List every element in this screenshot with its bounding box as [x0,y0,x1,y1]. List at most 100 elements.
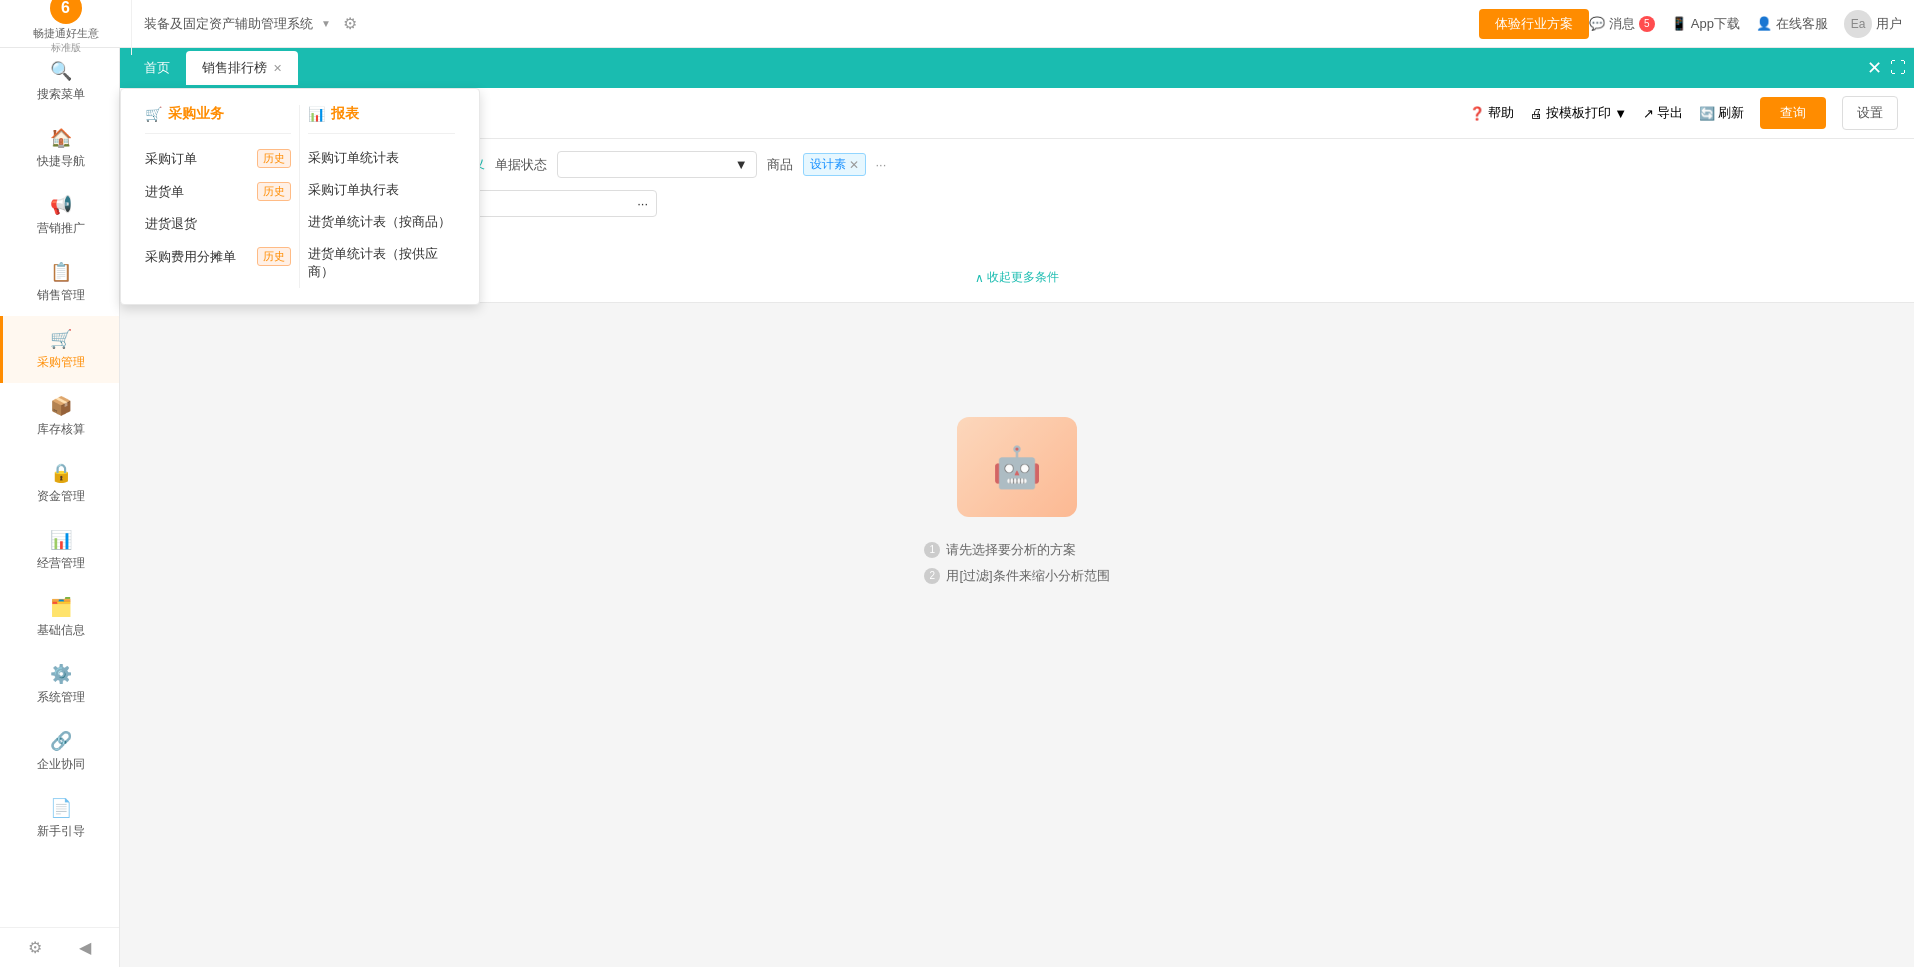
report-order-stat-label: 采购订单统计表 [308,149,399,167]
sidebar-item-basic[interactable]: 🗂️ 基础信息 [0,584,119,651]
online-service-btn[interactable]: 👤 在线客服 [1756,15,1828,33]
sidebar-item-inventory[interactable]: 📦 库存核算 [0,383,119,450]
print-label: 按模板打印 [1546,104,1611,122]
tab-close-icon[interactable]: ✕ [273,62,282,75]
report-section-label: 报表 [331,105,359,123]
system-gear-icon[interactable]: ⚙ [343,14,357,33]
empty-illustration: 🤖 [957,417,1077,517]
service-icon: 👤 [1756,16,1772,31]
sidebar-label-newbie: 新手引导 [37,823,85,840]
sidebar-label-operation: 经营管理 [37,555,85,572]
doc-status-arrow: ▼ [735,157,748,172]
dropdown-item-purchase-return[interactable]: 进货退货 [145,208,291,240]
print-btn[interactable]: 🖨 按模板打印 ▼ [1530,104,1627,122]
purchase-expense-history[interactable]: 历史 [257,247,291,266]
sidebar-item-sales[interactable]: 📋 销售管理 [0,249,119,316]
dropdown-item-report-receipt-by-supplier[interactable]: 进货单统计表（按供应商） [308,238,455,288]
empty-tip-2: 2 用[过滤]条件来缩小分析范围 [924,563,1109,589]
report-section-icon: 📊 [308,106,325,122]
online-service-label: 在线客服 [1776,15,1828,33]
collapse-icon: ∧ [975,271,984,285]
dropdown-item-report-receipt-by-goods[interactable]: 进货单统计表（按商品） [308,206,455,238]
sidebar-item-purchase[interactable]: 🛒 采购管理 [0,316,119,383]
tab-sales-rank-label: 销售排行榜 [202,59,267,77]
query-button[interactable]: 查询 [1760,97,1826,129]
tip-number-2: 2 [924,568,940,584]
salesman-dots: ··· [637,196,648,211]
tab-home[interactable]: 首页 [128,51,186,85]
app-download-btn[interactable]: 📱 App下载 [1671,15,1740,33]
sidebar-item-quick[interactable]: 🏠 快捷导航 [0,115,119,182]
print-icon: 🖨 [1530,106,1543,121]
refresh-btn[interactable]: 🔄 刷新 [1699,104,1744,122]
marketing-icon: 📢 [50,194,72,216]
sidebar-item-newbie[interactable]: 📄 新手引导 [0,785,119,852]
tab-bar-close-btn[interactable]: ✕ [1867,57,1882,79]
top-header: 6 畅捷通好生意 标准版 装备及固定资产辅助管理系统 ▼ ⚙ 体验行业方案 💬 … [0,0,1914,48]
tip-number-1: 1 [924,542,940,558]
dropdown-menu: 🛒 采购业务 采购订单 历史 进货单 历史 进货退货 采购费用分摊单 历史 📊 [120,88,480,305]
sidebar-collapse-btn[interactable]: ◀ [79,938,91,957]
system-dropdown-arrow[interactable]: ▼ [321,18,331,29]
user-btn[interactable]: Ea 用户 [1844,10,1902,38]
sidebar-item-finance[interactable]: 🔒 资金管理 [0,450,119,517]
sidebar-label-finance: 资金管理 [37,488,85,505]
report-receipt-supplier-label: 进货单统计表（按供应商） [308,245,455,281]
help-btn[interactable]: ❓ 帮助 [1469,104,1514,122]
collapse-label: 收起更多条件 [987,269,1059,286]
coop-icon: 🔗 [50,730,72,752]
sidebar-label-quick: 快捷导航 [37,153,85,170]
empty-tips: 1 请先选择要分析的方案 2 用[过滤]条件来缩小分析范围 [924,537,1109,589]
purchase-order-history[interactable]: 历史 [257,149,291,168]
purchase-order-label: 采购订单 [145,150,197,168]
message-btn[interactable]: 💬 消息 5 [1589,15,1655,33]
sidebar-item-search[interactable]: 🔍 搜索菜单 [0,48,119,115]
export-btn[interactable]: ↗ 导出 [1643,104,1683,122]
setting-button[interactable]: 设置 [1842,96,1898,130]
system-title: 装备及固定资产辅助管理系统 ▼ ⚙ [144,14,1467,33]
dropdown-item-purchase-expense[interactable]: 采购费用分摊单 历史 [145,240,291,273]
salesman-select[interactable]: ··· [457,190,657,217]
empty-tip-1: 1 请先选择要分析的方案 [924,537,1109,563]
sidebar-item-marketing[interactable]: 📢 营销推广 [0,182,119,249]
dropdown-item-purchase-order[interactable]: 采购订单 历史 [145,142,291,175]
dropdown-item-report-order-stat[interactable]: 采购订单统计表 [308,142,455,174]
message-badge: 5 [1639,16,1655,32]
system-icon: ⚙️ [50,663,72,685]
operation-icon: 📊 [50,529,72,551]
basic-icon: 🗂️ [50,596,72,618]
goods-tag-remove[interactable]: ✕ [849,158,859,172]
sidebar-item-coop[interactable]: 🔗 企业协同 [0,718,119,785]
sidebar-label-inventory: 库存核算 [37,421,85,438]
goods-tag-area: 设计素 ✕ [803,153,866,176]
refresh-label: 刷新 [1718,104,1744,122]
sidebar-label-purchase: 采购管理 [37,354,85,371]
tab-home-label: 首页 [144,59,170,77]
purchase-icon: 🛒 [50,328,72,350]
purchase-section-label: 采购业务 [168,105,224,123]
dropdown-item-report-order-exec[interactable]: 采购订单执行表 [308,174,455,206]
sidebar-label-coop: 企业协同 [37,756,85,773]
purchase-return-label: 进货退货 [145,215,197,233]
goods-more-dots[interactable]: ··· [876,157,887,172]
help-icon: ❓ [1469,106,1485,121]
tab-bar-expand-btn[interactable]: ⛶ [1890,59,1906,77]
doc-status-select[interactable]: ▼ [557,151,757,178]
sidebar-label-marketing: 营销推广 [37,220,85,237]
purchase-receipt-history[interactable]: 历史 [257,182,291,201]
trial-button[interactable]: 体验行业方案 [1479,9,1589,39]
phone-icon: 📱 [1671,16,1687,31]
user-avatar: Ea [1844,10,1872,38]
sidebar-item-operation[interactable]: 📊 经营管理 [0,517,119,584]
tab-sales-rank[interactable]: 销售排行榜 ✕ [186,51,298,85]
report-col: 📊 报表 采购订单统计表 采购订单执行表 进货单统计表（按商品） 进货单统计表（… [300,105,463,288]
collapse-btn[interactable]: ∧ 收起更多条件 [975,269,1059,286]
logo-text: 畅捷通好生意 [33,26,99,41]
sidebar-settings-btn[interactable]: ⚙ [28,938,42,957]
logo-area: 6 畅捷通好生意 标准版 [12,0,132,55]
sidebar-item-system[interactable]: ⚙️ 系统管理 [0,651,119,718]
purchase-section-title: 🛒 采购业务 [145,105,291,134]
sidebar-label-sales: 销售管理 [37,287,85,304]
dropdown-item-purchase-receipt[interactable]: 进货单 历史 [145,175,291,208]
report-section-title: 📊 报表 [308,105,455,134]
